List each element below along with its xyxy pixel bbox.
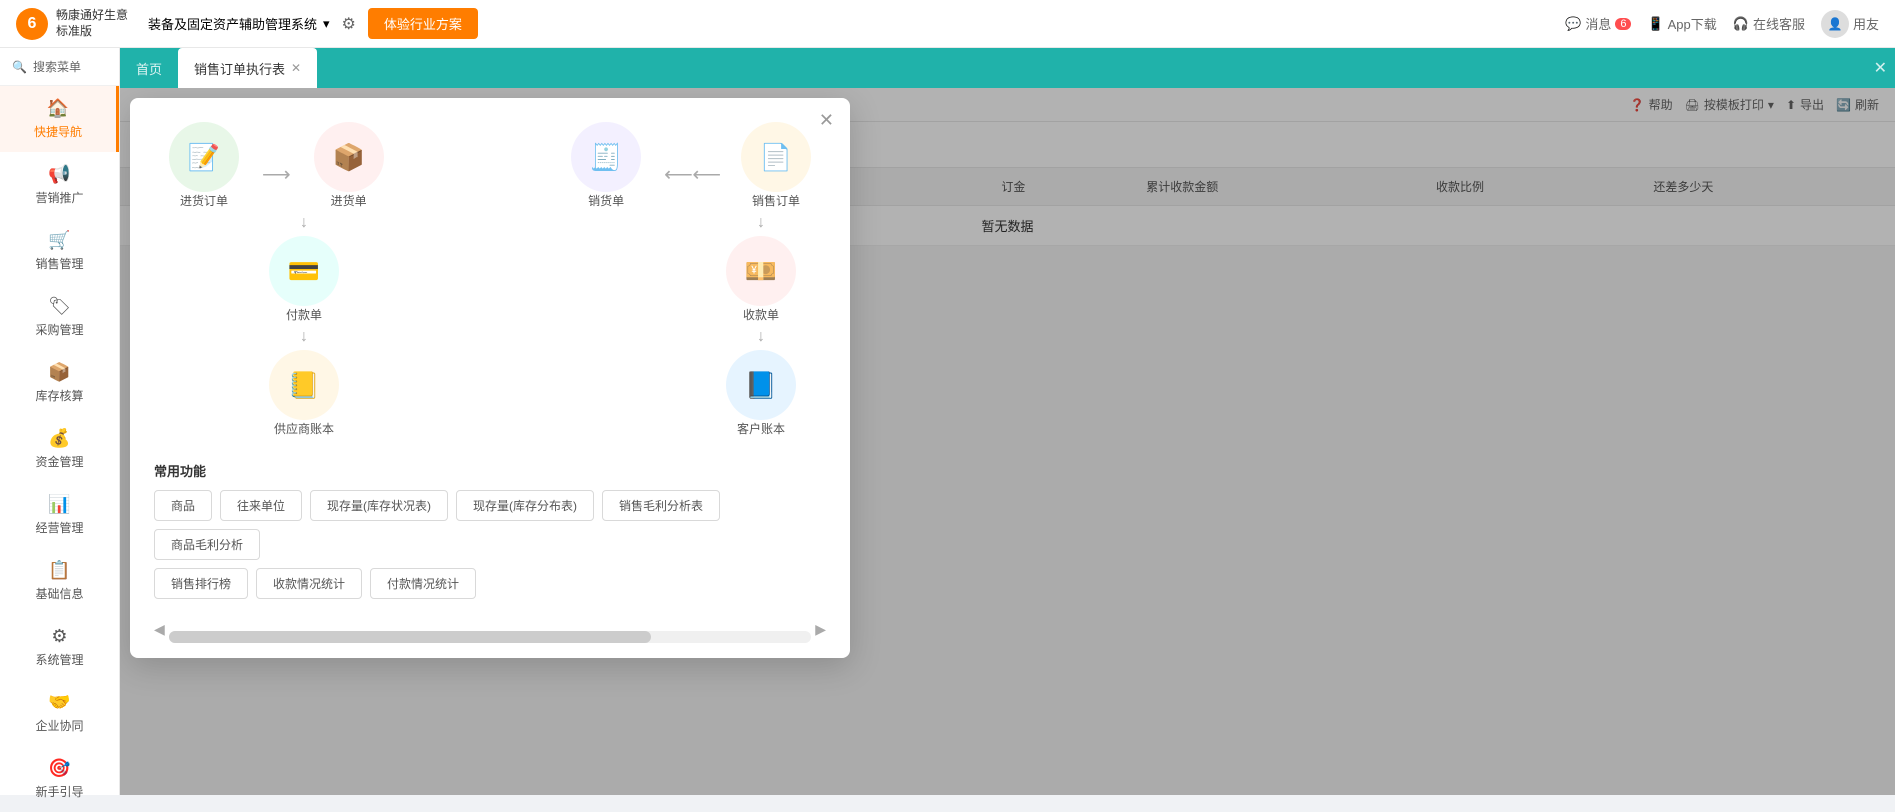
main-layout: 🔍 搜索菜单 🏠 快捷导航 📢 营销推广 🛒 销售管理 🏷 采购管理 📦 库存核…: [0, 48, 1895, 795]
btn-sales-ranking[interactable]: 销售排行榜: [154, 568, 248, 599]
search-menu[interactable]: 🔍 搜索菜单: [0, 48, 119, 86]
receipt-label: 收款单: [743, 306, 779, 323]
sidebar-item-quick[interactable]: 🏠 快捷导航: [0, 86, 119, 152]
supplier-ledger-label: 供应商账本: [274, 420, 334, 437]
flow-section: 📝 进货订单 ⟶ 📦 进货单: [154, 122, 826, 437]
arrow-down-payment: ↓: [300, 327, 308, 346]
page-area: ❓ 帮助 🖨 按模板打印 ▾ ⬆ 导出 🔄 刷新: [120, 88, 1895, 795]
purchase-order-node[interactable]: 📝: [169, 122, 239, 192]
scroll-left-arrow[interactable]: ◀: [154, 621, 165, 638]
btn-product[interactable]: 商品: [154, 490, 212, 521]
btn-sales-margin[interactable]: 销售毛利分析表: [602, 490, 720, 521]
payment-node[interactable]: 💳: [269, 236, 339, 306]
newbie-icon: 🎯: [48, 758, 70, 779]
purchase-label: 进货单: [331, 192, 367, 209]
common-btns-row2: 销售排行榜 收款情况统计 付款情况统计: [154, 568, 826, 599]
btn-product-margin[interactable]: 商品毛利分析: [154, 529, 260, 560]
common-title: 常用功能: [154, 461, 826, 480]
arrow-down-receipt: ↓: [757, 327, 765, 346]
sales-bill-label: 销货单: [588, 192, 624, 209]
logo-text: 畅康通好生意 标准版: [56, 8, 128, 39]
flow-col-purchase: 📦 进货单: [299, 122, 399, 209]
sidebar-item-sales[interactable]: 🛒 销售管理: [0, 218, 119, 284]
logo-area: 6 畅康通好生意 标准版: [16, 8, 136, 40]
sidebar-item-operations[interactable]: 📊 经营管理: [0, 482, 119, 548]
sidebar-item-newbie[interactable]: 🎯 新手引导: [0, 746, 119, 812]
btn-counterpart[interactable]: 往来单位: [220, 490, 302, 521]
tab-close-all[interactable]: ✕: [1874, 58, 1887, 78]
modal-scrollbar-row: ◀ ▶: [154, 615, 826, 643]
message-icon: 💬: [1565, 16, 1581, 32]
modal-box: ✕ 📝 进货订单: [130, 98, 850, 658]
purchase-order-label: 进货订单: [180, 192, 228, 209]
app-download-btn[interactable]: 📱 App下载: [1647, 14, 1716, 33]
top-actions: 💬 消息 6 📱 App下载 🎧 在线客服 👤 用友: [1565, 10, 1879, 38]
tab-sales-order[interactable]: 销售订单执行表 ✕: [178, 48, 317, 88]
sales-order-label: 销售订单: [752, 192, 800, 209]
arrow-right-1: ⟶: [262, 162, 291, 187]
customer-ledger-node[interactable]: 📘: [726, 350, 796, 420]
main-content: 首页 销售订单执行表 ✕ ✕ ❓ 帮助 🖨 按模板打印 ▾: [120, 48, 1895, 795]
basicinfo-icon: 📋: [48, 560, 70, 581]
message-badge: 6: [1615, 18, 1631, 30]
experience-btn[interactable]: 体验行业方案: [368, 8, 478, 39]
system-title[interactable]: 装备及固定资产辅助管理系统 ▾: [148, 14, 330, 33]
arrow-down-purchase: ↓: [300, 213, 308, 232]
sidebar-item-finance[interactable]: 💰 资金管理: [0, 416, 119, 482]
customer-ledger-label: 客户账本: [737, 420, 785, 437]
system-icon: ⚙: [51, 626, 67, 647]
common-btns: 商品 往来单位 现存量(库存状况表) 现存量(库存分布表) 销售毛利分析表 商品…: [154, 490, 826, 560]
scroll-right-arrow[interactable]: ▶: [815, 621, 826, 638]
user-avatar: 👤: [1821, 10, 1849, 38]
supplier-ledger-node[interactable]: 📒: [269, 350, 339, 420]
purchase-icon: 🏷: [48, 296, 71, 317]
btn-payment-stat[interactable]: 付款情况统计: [370, 568, 476, 599]
finance-icon: 💰: [48, 428, 70, 449]
online-service-btn[interactable]: 🎧 在线客服: [1733, 14, 1805, 33]
operations-icon: 📊: [48, 494, 70, 515]
modal-close-btn[interactable]: ✕: [819, 110, 834, 131]
flow-col-sales-bill: 🧾 销货单: [556, 122, 656, 209]
modal-overlay: ✕ 📝 进货订单: [120, 88, 1895, 795]
enterprise-icon: 🤝: [48, 692, 70, 713]
quick-icon: 🏠: [47, 98, 69, 119]
close-tab-icon[interactable]: ✕: [291, 61, 301, 75]
sidebar-item-basicinfo[interactable]: 📋 基础信息: [0, 548, 119, 614]
inventory-icon: 📦: [48, 362, 70, 383]
arrow-down-sales-bill: ↓: [757, 213, 765, 232]
sidebar-item-inventory[interactable]: 📦 库存核算: [0, 350, 119, 416]
dropdown-icon: ▾: [323, 16, 330, 32]
tab-bar: 首页 销售订单执行表 ✕ ✕: [120, 48, 1895, 88]
message-btn[interactable]: 💬 消息 6: [1565, 14, 1631, 33]
settings-icon[interactable]: ⚙: [342, 14, 356, 34]
app-icon: 📱: [1647, 16, 1663, 32]
purchase-node[interactable]: 📦: [314, 122, 384, 192]
btn-stock-status[interactable]: 现存量(库存状况表): [310, 490, 448, 521]
btn-stock-dist[interactable]: 现存量(库存分布表): [456, 490, 594, 521]
sidebar-item-purchase[interactable]: 🏷 采购管理: [0, 284, 119, 350]
user-area[interactable]: 👤 用友: [1821, 10, 1879, 38]
btn-receipt-stat[interactable]: 收款情况统计: [256, 568, 362, 599]
sales-icon: 🛒: [48, 230, 70, 251]
sidebar: 🔍 搜索菜单 🏠 快捷导航 📢 营销推广 🛒 销售管理 🏷 采购管理 📦 库存核…: [0, 48, 120, 795]
tab-home[interactable]: 首页: [120, 48, 178, 88]
receipt-node[interactable]: 💴: [726, 236, 796, 306]
arrow-dashed-left: ⟵ ⟵: [664, 162, 718, 187]
modal-scrollbar[interactable]: [169, 631, 811, 643]
sales-order-node[interactable]: 📄: [741, 122, 811, 192]
sidebar-item-system[interactable]: ⚙ 系统管理: [0, 614, 119, 680]
common-section: 常用功能 商品 往来单位 现存量(库存状况表) 现存量(库存分布表) 销售毛利分…: [154, 461, 826, 599]
payment-label: 付款单: [286, 306, 322, 323]
search-icon: 🔍: [12, 60, 27, 74]
scrollbar-thumb: [169, 631, 651, 643]
marketing-icon: 📢: [48, 164, 70, 185]
logo-icon: 6: [16, 8, 48, 40]
sidebar-item-marketing[interactable]: 📢 营销推广: [0, 152, 119, 218]
flow-col-sales-order: 📄 销售订单: [726, 122, 826, 209]
sales-bill-node[interactable]: 🧾: [571, 122, 641, 192]
service-icon: 🎧: [1733, 16, 1749, 32]
sidebar-item-enterprise[interactable]: 🤝 企业协同: [0, 680, 119, 746]
top-bar: 6 畅康通好生意 标准版 装备及固定资产辅助管理系统 ▾ ⚙ 体验行业方案 💬 …: [0, 0, 1895, 48]
flow-col-purchase-order: 📝 进货订单: [154, 122, 254, 209]
